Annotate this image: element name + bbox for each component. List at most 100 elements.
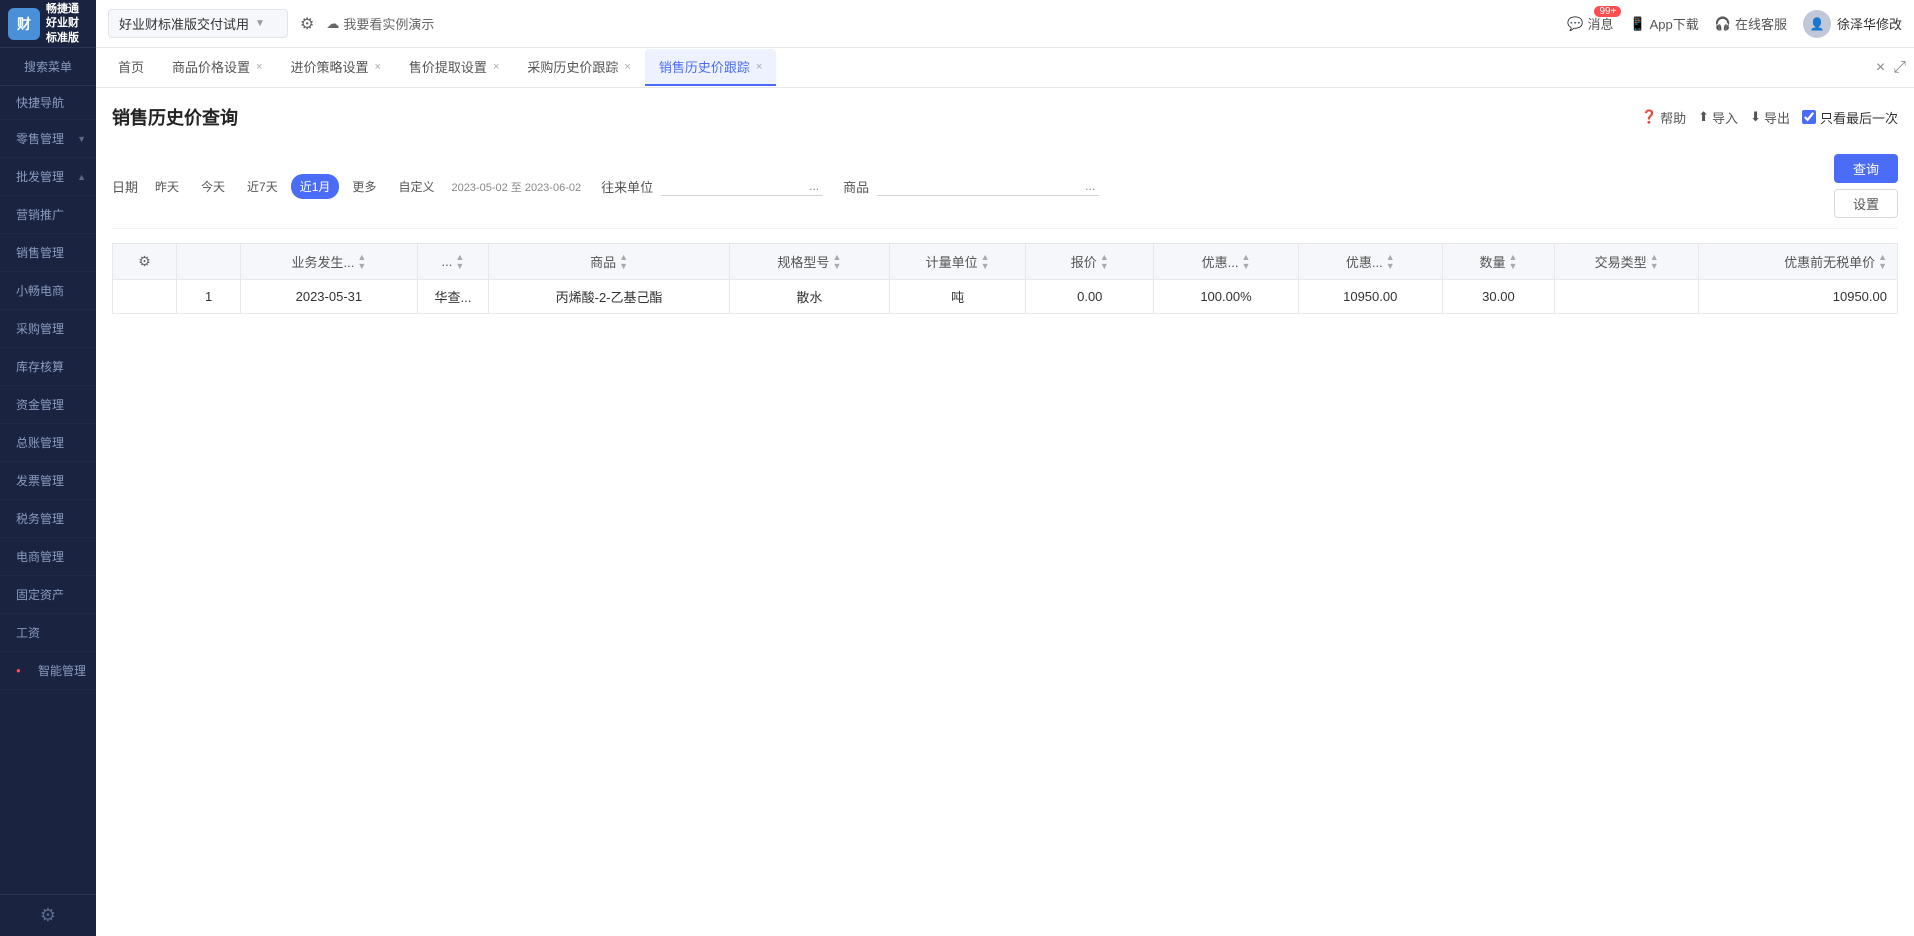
sort-more-icon: ▲▼ — [455, 253, 464, 271]
date-1month[interactable]: 近1月 — [291, 174, 340, 199]
topbar-right: 💬 消息 99+ 📱 App下载 🎧 在线客服 👤 徐泽华修改 — [1567, 10, 1902, 38]
tab-purchase-history-close[interactable]: × — [624, 61, 630, 73]
sidebar-item-capital[interactable]: 资金管理 — [0, 386, 96, 424]
th-disc1[interactable]: 优惠... ▲▼ — [1154, 244, 1298, 280]
query-button[interactable]: 查询 — [1834, 154, 1898, 183]
sidebar-item-salary[interactable]: 工资 — [0, 614, 96, 652]
data-table: ⚙ 业务发生... ▲▼ ... ▲▼ — [112, 243, 1898, 314]
sidebar-item-retail[interactable]: 零售管理 — [0, 120, 96, 158]
date-today[interactable]: 今天 — [192, 174, 234, 199]
gear-icon[interactable]: ⚙ — [138, 253, 151, 269]
tab-sale-history-close[interactable]: × — [756, 61, 762, 73]
date-custom[interactable]: 自定义 — [389, 174, 443, 199]
date-yesterday[interactable]: 昨天 — [146, 174, 188, 199]
cell-qty: 30.00 — [1442, 280, 1554, 314]
help-link[interactable]: ❓ 帮助 — [1641, 108, 1686, 127]
date-options: 昨天 今天 近7天 近1月 更多 自定义 — [146, 174, 443, 199]
app-logo: 财 畅捷通好业财 标准版 — [0, 0, 96, 48]
sidebar-item-ecommerce[interactable]: 电商管理 — [0, 538, 96, 576]
tab-window-close[interactable]: × — [1876, 59, 1885, 77]
import-link[interactable]: ⬆ 导入 — [1698, 108, 1738, 127]
page-content: 销售历史价查询 ❓ 帮助 ⬆ 导入 ⬇ 导出 只看最后一次 — [96, 88, 1914, 936]
date-label: 日期 — [112, 177, 138, 196]
table-container: ⚙ 业务发生... ▲▼ ... ▲▼ — [112, 243, 1898, 314]
tab-price[interactable]: 商品价格设置 × — [158, 49, 276, 86]
from-unit-input-area[interactable]: ... — [661, 176, 823, 196]
sidebar-item-tax[interactable]: 税务管理 — [0, 500, 96, 538]
th-unit[interactable]: 计量单位 ▲▼ — [890, 244, 1026, 280]
sort-spec-icon: ▲▼ — [832, 253, 841, 271]
topbar-settings-icon[interactable]: ⚙ — [300, 14, 314, 34]
quick-nav[interactable]: 快捷导航 — [0, 86, 96, 120]
th-type[interactable]: 交易类型 ▲▼ — [1555, 244, 1699, 280]
app-download-button[interactable]: 📱 App下载 — [1629, 14, 1698, 33]
only-last-checkbox[interactable]: 只看最后一次 — [1802, 108, 1898, 127]
cell-unit: 吨 — [890, 280, 1026, 314]
sort-qty-icon: ▲▼ — [1508, 253, 1517, 271]
date-range: 2023-05-02 至 2023-06-02 — [451, 179, 581, 195]
sidebar-item-assets[interactable]: 固定资产 — [0, 576, 96, 614]
sidebar-settings-icon[interactable]: ⚙ — [0, 894, 96, 936]
from-unit-input[interactable] — [665, 178, 805, 193]
date-more[interactable]: 更多 — [343, 174, 385, 199]
messages-button[interactable]: 💬 消息 99+ — [1567, 14, 1613, 33]
sidebar-item-ledger[interactable]: 总账管理 — [0, 424, 96, 462]
product-input-area[interactable]: ... — [877, 176, 1099, 196]
tab-purchase-strategy-close[interactable]: × — [374, 61, 380, 73]
cell-type — [1555, 280, 1699, 314]
th-date[interactable]: 业务发生... ▲▼ — [241, 244, 417, 280]
th-notax[interactable]: 优惠前无税单价 ▲▼ — [1699, 244, 1898, 280]
tab-sale-extract-close[interactable]: × — [493, 61, 499, 73]
search-menu[interactable]: 搜索菜单 — [0, 48, 96, 86]
th-seq — [177, 244, 241, 280]
th-qty[interactable]: 数量 ▲▼ — [1442, 244, 1554, 280]
sidebar-item-marketing[interactable]: 营销推广 — [0, 196, 96, 234]
user-menu[interactable]: 👤 徐泽华修改 — [1803, 10, 1902, 38]
sidebar-item-ecommerce-small[interactable]: 小畅电商 — [0, 272, 96, 310]
th-price[interactable]: 报价 ▲▼ — [1026, 244, 1154, 280]
tab-home[interactable]: 首页 — [104, 49, 158, 86]
sort-unit-icon: ▲▼ — [981, 253, 990, 271]
tab-purchase-history[interactable]: 采购历史价跟踪 × — [513, 49, 644, 86]
cell-seq: 1 — [177, 280, 241, 314]
sidebar-item-inventory[interactable]: 库存核算 — [0, 348, 96, 386]
sidebar-item-purchase[interactable]: 采购管理 — [0, 310, 96, 348]
tab-purchase-strategy[interactable]: 进价策略设置 × — [276, 49, 394, 86]
avatar: 👤 — [1803, 10, 1831, 38]
tab-price-close[interactable]: × — [256, 61, 262, 73]
sidebar-item-sales[interactable]: 销售管理 — [0, 234, 96, 272]
demo-link[interactable]: ☁ 我要看实例演示 — [326, 14, 434, 33]
cell-notax: 10950.00 — [1699, 280, 1898, 314]
sidebar-item-wholesale[interactable]: 批发管理 — [0, 158, 96, 196]
messages-badge: 99+ — [1594, 6, 1621, 17]
th-more[interactable]: ... ▲▼ — [417, 244, 489, 280]
tab-sale-history[interactable]: 销售历史价跟踪 × — [645, 49, 776, 86]
sidebar-item-smart[interactable]: ● 智能管理 — [0, 652, 96, 690]
tab-sale-extract[interactable]: 售价提取设置 × — [395, 49, 513, 86]
from-unit-label: 往来单位 — [601, 177, 653, 196]
date-7days[interactable]: 近7天 — [238, 174, 287, 199]
query-actions: 查询 设置 — [1834, 154, 1898, 218]
export-link[interactable]: ⬇ 导出 — [1750, 108, 1790, 127]
tabs-controls: × ⤢ — [1876, 59, 1906, 77]
th-disc2[interactable]: 优惠... ▲▼ — [1298, 244, 1442, 280]
th-product[interactable]: 商品 ▲▼ — [489, 244, 729, 280]
product-filter: 商品 ... — [843, 176, 1099, 196]
sort-disc2-icon: ▲▼ — [1386, 253, 1395, 271]
settings-button[interactable]: 设置 — [1834, 189, 1898, 218]
from-unit-dots[interactable]: ... — [809, 179, 819, 193]
product-dots[interactable]: ... — [1085, 179, 1095, 193]
sort-disc1-icon: ▲▼ — [1241, 253, 1250, 271]
th-gear[interactable]: ⚙ — [113, 244, 177, 280]
th-spec[interactable]: 规格型号 ▲▼ — [729, 244, 889, 280]
workspace-selector[interactable]: 好业财标准版交付试用 ▼ — [108, 9, 288, 38]
sort-type-icon: ▲▼ — [1650, 253, 1659, 271]
cell-biz: 华查... — [417, 280, 489, 314]
product-input[interactable] — [881, 178, 1081, 193]
online-service-button[interactable]: 🎧 在线客服 — [1715, 14, 1787, 33]
sidebar-item-invoice[interactable]: 发票管理 — [0, 462, 96, 500]
tab-window-maximize[interactable]: ⤢ — [1893, 59, 1906, 77]
cell-spec: 散水 — [729, 280, 889, 314]
date-filter: 日期 昨天 今天 近7天 近1月 更多 自定义 2023-05-02 至 202… — [112, 174, 581, 199]
logo-text: 畅捷通好业财 标准版 — [46, 2, 88, 45]
